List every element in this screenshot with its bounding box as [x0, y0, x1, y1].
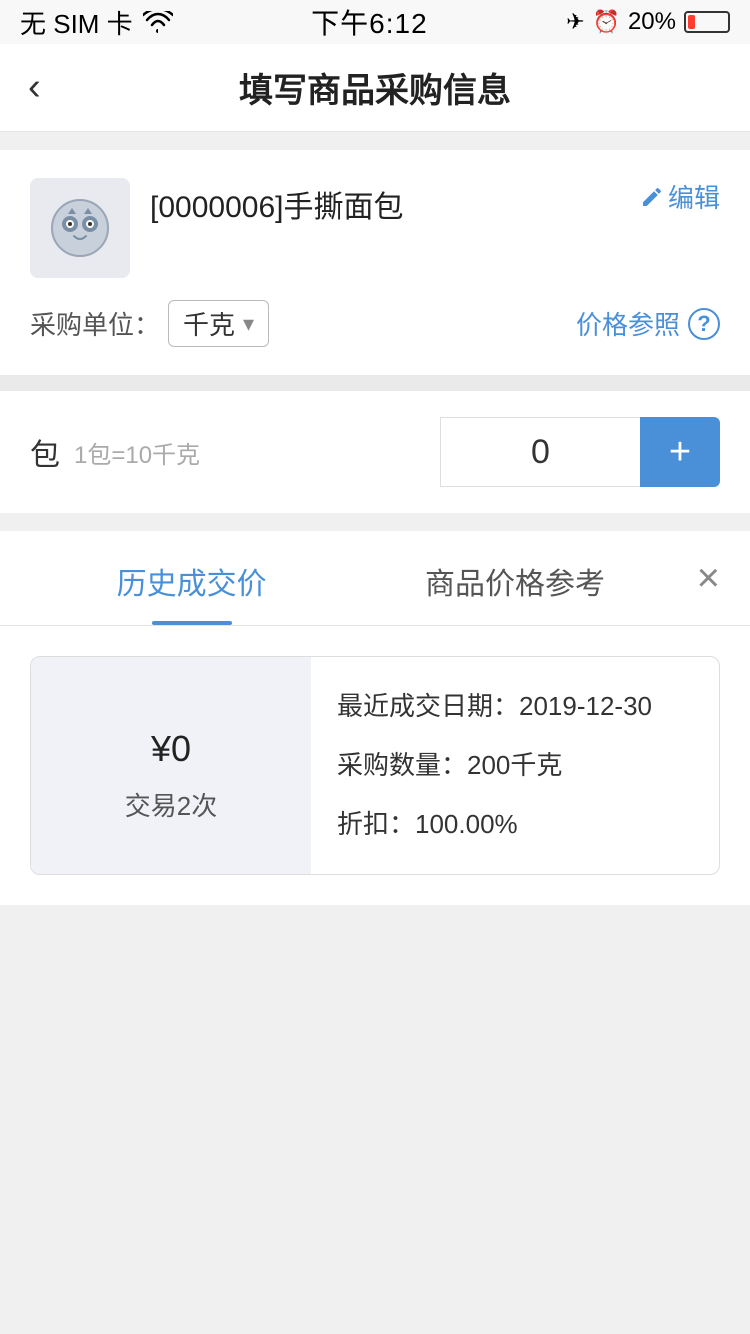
status-right: ✈ ⏰ 20%: [566, 8, 730, 36]
product-top-row: [0000006]手撕面包 编辑: [30, 178, 720, 278]
recent-date-label: 最近成交日期：: [337, 691, 519, 721]
product-unit-row: 采购单位： 千克 ▾ 价格参照 ?: [30, 300, 720, 347]
product-card: [0000006]手撕面包 编辑 采购单位： 千克 ▾ 价格参照: [0, 150, 750, 375]
quantity-input[interactable]: 0: [440, 417, 640, 487]
recent-date-row: 最近成交日期：2019-12-30: [337, 687, 693, 726]
tab-content: ¥0 交易2次 最近成交日期：2019-12-30 采购数量：200千克 折扣：…: [0, 626, 750, 905]
page-title: 填写商品采购信息: [239, 63, 511, 112]
product-image: [30, 178, 130, 278]
quantity-label-text: 采购数量：: [337, 750, 467, 780]
edit-icon: [640, 185, 664, 209]
unit-select[interactable]: 千克 ▾: [168, 300, 269, 347]
history-price: ¥0: [151, 709, 191, 774]
discount-value: 100.00%: [415, 809, 518, 839]
chevron-down-icon: ▾: [243, 311, 254, 337]
discount-label: 折扣：: [337, 809, 415, 839]
history-trades: 交易2次: [125, 786, 217, 823]
price-reference-button[interactable]: 价格参照 ?: [576, 305, 720, 342]
quantity-hint: 1包=10千克: [74, 435, 200, 470]
alarm-icon: ⏰: [593, 9, 620, 35]
product-name: [0000006]手撕面包: [150, 178, 403, 226]
history-left: ¥0 交易2次: [31, 657, 311, 874]
unit-label: 采购单位：: [30, 305, 160, 342]
quantity-control: 0 +: [440, 417, 720, 487]
help-icon: ?: [688, 308, 720, 340]
tab-panel: 历史成交价 商品价格参考 × ¥0 交易2次 最近成交日期：20: [0, 531, 750, 905]
tab-close-button[interactable]: ×: [677, 538, 720, 618]
quantity-plus-button[interactable]: +: [640, 417, 720, 487]
history-card: ¥0 交易2次 最近成交日期：2019-12-30 采购数量：200千克 折扣：…: [30, 656, 720, 875]
section-divider: [0, 375, 750, 391]
status-time: 下午6:12: [311, 2, 428, 42]
battery-percent: 20%: [628, 8, 676, 36]
product-left: [0000006]手撕面包: [30, 178, 403, 278]
status-left: 无 SIM 卡: [20, 4, 173, 41]
product-info: [0000006]手撕面包: [150, 178, 403, 226]
tab-price-reference[interactable]: 商品价格参考: [353, 531, 676, 625]
location-icon: ✈: [566, 9, 584, 35]
unit-label-group: 采购单位： 千克 ▾: [30, 300, 269, 347]
main-content: [0000006]手撕面包 编辑 采购单位： 千克 ▾ 价格参照: [0, 150, 750, 905]
quantity-row: 包 1包=10千克 0 +: [0, 391, 750, 513]
purchase-quantity-row: 采购数量：200千克: [337, 746, 693, 785]
product-logo-icon: [48, 196, 112, 260]
discount-row: 折扣：100.00%: [337, 805, 693, 844]
currency-symbol: ¥: [151, 728, 171, 769]
recent-date-value: 2019-12-30: [519, 691, 652, 721]
back-button[interactable]: ‹: [28, 66, 41, 109]
battery-icon: [684, 11, 730, 33]
tab-header: 历史成交价 商品价格参考 ×: [0, 531, 750, 626]
history-right: 最近成交日期：2019-12-30 采购数量：200千克 折扣：100.00%: [311, 657, 719, 874]
quantity-unit: 包: [30, 430, 60, 474]
quantity-label: 包 1包=10千克: [30, 430, 200, 474]
status-bar: 无 SIM 卡 下午6:12 ✈ ⏰ 20%: [0, 0, 750, 44]
page-header: ‹ 填写商品采购信息: [0, 44, 750, 132]
no-sim-text: 无 SIM 卡: [20, 4, 133, 41]
edit-button[interactable]: 编辑: [640, 178, 720, 215]
wifi-icon: [143, 11, 173, 33]
quantity-value-text: 200千克: [467, 750, 562, 780]
tab-history-price[interactable]: 历史成交价: [30, 531, 353, 625]
